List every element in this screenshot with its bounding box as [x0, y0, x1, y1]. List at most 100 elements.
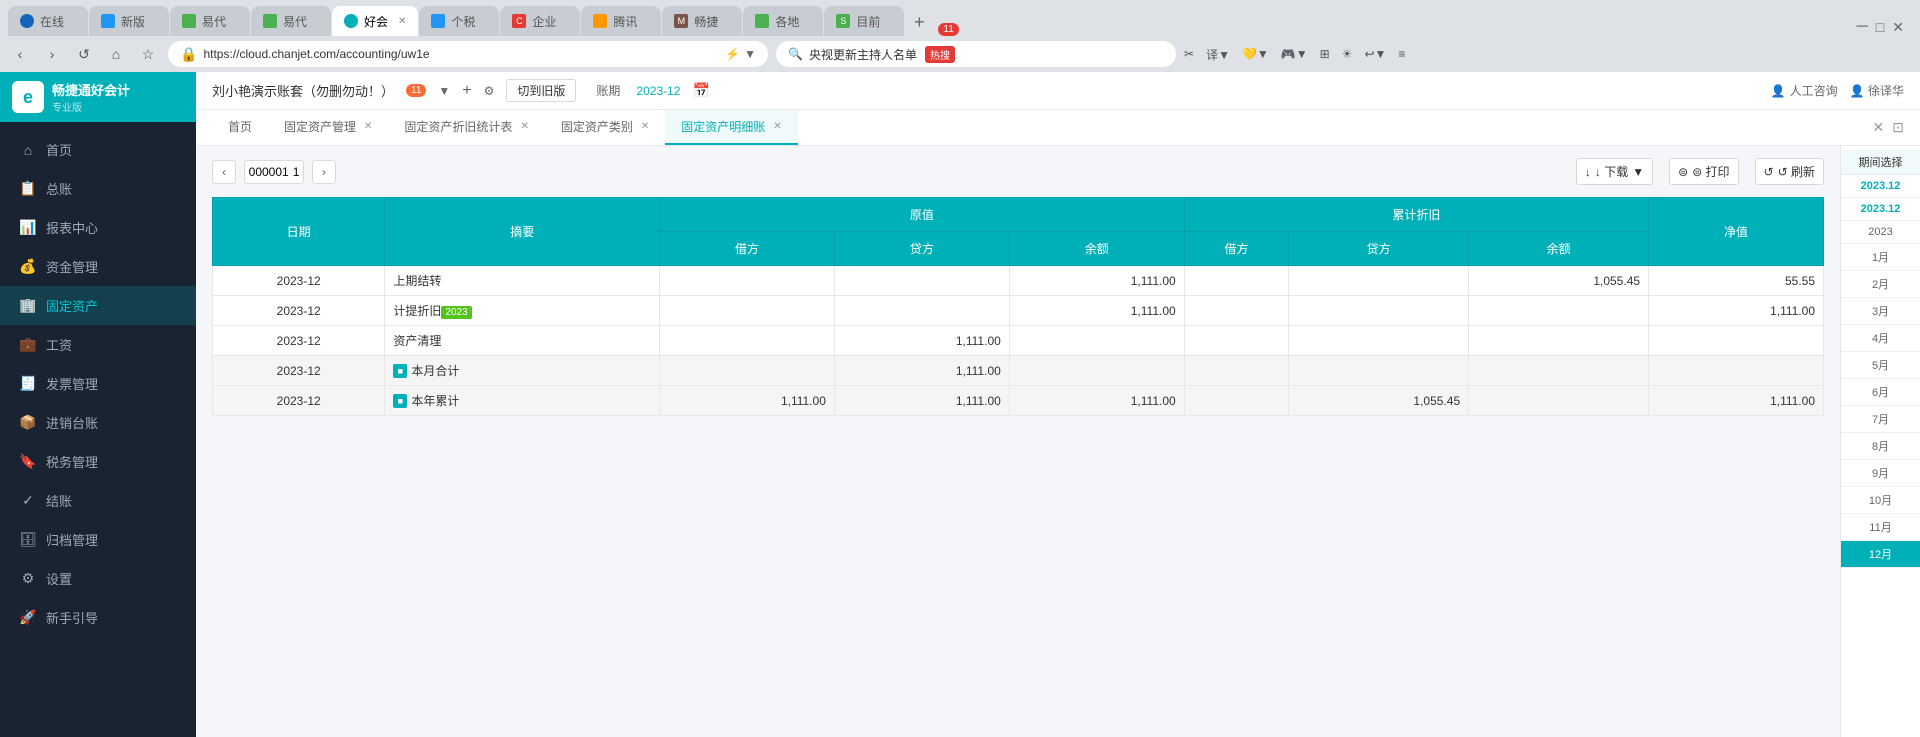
period-month-3[interactable]: 3月	[1841, 298, 1920, 325]
browser-tab-5[interactable]: 好会 ✕	[332, 6, 418, 36]
cell-acc-debit	[1184, 266, 1289, 296]
refresh-btn[interactable]: ↺	[72, 42, 96, 66]
tab-asset-category[interactable]: 固定资产类别 ✕	[545, 110, 665, 145]
sidebar-item-guide[interactable]: 🚀 新手引导	[0, 598, 196, 637]
switch-version-btn[interactable]: 切到旧版	[506, 79, 576, 102]
sidebar-item-funds[interactable]: 💰 资金管理	[0, 247, 196, 286]
expand-icon[interactable]: ⊡	[1892, 119, 1904, 136]
maximize-btn[interactable]: □	[1876, 19, 1884, 35]
refresh-btn-action[interactable]: ↺ ↺ 刷新	[1755, 158, 1824, 185]
period-month-1[interactable]: 1月	[1841, 244, 1920, 271]
home-nav-btn[interactable]: ⌂	[104, 42, 128, 66]
period-month-12[interactable]: 12月	[1841, 541, 1920, 568]
sidebar-item-closing[interactable]: ✓ 结账	[0, 481, 196, 520]
sidebar-item-inventory[interactable]: 📦 进销台账	[0, 403, 196, 442]
browser-tab-4[interactable]: 易代	[251, 6, 331, 36]
table-row[interactable]: 2023-12 ■本月合计 1,111.00	[213, 356, 1824, 386]
tab-fixed-asset-mgmt[interactable]: 固定资产管理 ✕	[268, 110, 388, 145]
download-btn[interactable]: ↓ ↓ 下载 ▼	[1576, 158, 1653, 185]
calendar-icon[interactable]: 📅	[692, 82, 709, 99]
add-account-btn[interactable]: +	[462, 82, 471, 100]
tab-asset-detail-close[interactable]: ✕	[773, 121, 781, 132]
period-month-2[interactable]: 2月	[1841, 271, 1920, 298]
back-btn[interactable]: ‹	[8, 42, 32, 66]
period-month-6[interactable]: 6月	[1841, 379, 1920, 406]
browser-tab-7[interactable]: C 企业	[500, 6, 580, 36]
period-month-10[interactable]: 10月	[1841, 487, 1920, 514]
browser-tab-1[interactable]: 在线	[8, 6, 88, 36]
cell-acc-credit	[1289, 356, 1469, 386]
tab-asset-detail-label: 固定资产明细账	[681, 118, 765, 135]
period-selected-year[interactable]: 2023.12	[1841, 175, 1920, 198]
period-month-9[interactable]: 9月	[1841, 460, 1920, 487]
forward-btn[interactable]: ›	[40, 42, 64, 66]
table-row[interactable]: 2023-12 上期结转 1,111.00 1,055.45 55.55	[213, 266, 1824, 296]
sidebar-item-payroll[interactable]: 💼 工资	[0, 325, 196, 364]
grid-btn[interactable]: ⊞	[1320, 47, 1330, 61]
tab-asset-detail[interactable]: 固定资产明细账 ✕	[665, 110, 797, 145]
sidebar-item-ledger[interactable]: 📋 总账	[0, 169, 196, 208]
browser-tab-6[interactable]: 个税	[419, 6, 499, 36]
period-month-8[interactable]: 8月	[1841, 433, 1920, 460]
browser-tab-2[interactable]: 新版	[89, 6, 169, 36]
new-tab-button[interactable]: +	[905, 8, 933, 36]
account-settings-btn[interactable]: ⚙	[484, 84, 495, 98]
wallet-btn[interactable]: 💛▼	[1242, 47, 1269, 61]
close-window-btn[interactable]: ✕	[1892, 19, 1904, 36]
user-menu-btn[interactable]: 👤 徐译华	[1850, 82, 1904, 99]
sidebar-item-reports[interactable]: 📊 报表中心	[0, 208, 196, 247]
cell-net-value	[1649, 326, 1824, 356]
sidebar-nav: ⌂ 首页 📋 总账 📊 报表中心 💰 资金管理 🏢 固定资产 💼 工资	[0, 122, 196, 737]
minimize-btn[interactable]: ─	[1856, 18, 1867, 36]
browser-tab-8[interactable]: 腾讯	[581, 6, 661, 36]
sidebar-item-tax[interactable]: 🔖 税务管理	[0, 442, 196, 481]
notification-badge[interactable]: 11	[938, 23, 958, 36]
address-bar-input[interactable]: 🔒 https://cloud.chanjet.com/accounting/u…	[168, 41, 768, 67]
support-btn[interactable]: 👤 人工咨询	[1771, 82, 1838, 99]
bookmark-btn[interactable]: ☆	[136, 42, 160, 66]
table-row[interactable]: 2023-12 计提折旧2023 1,111.00 1,111.00	[213, 296, 1824, 326]
tab-depreciation-stat[interactable]: 固定资产折旧统计表 ✕	[388, 110, 544, 145]
sidebar-label-tax: 税务管理	[46, 452, 98, 471]
page-next-btn[interactable]: ›	[312, 160, 336, 184]
tab-asset-category-close[interactable]: ✕	[641, 121, 649, 132]
browser-tab-10[interactable]: 各地	[743, 6, 823, 36]
period-month-11[interactable]: 11月	[1841, 514, 1920, 541]
more-btn[interactable]: ≡	[1398, 47, 1405, 61]
sidebar-item-home[interactable]: ⌂ 首页	[0, 130, 196, 169]
period-month-5[interactable]: 5月	[1841, 352, 1920, 379]
sidebar-item-settings[interactable]: ⚙ 设置	[0, 559, 196, 598]
cell-acc-balance	[1469, 296, 1649, 326]
browser-tab-11[interactable]: S 目前	[824, 6, 904, 36]
period-current-year[interactable]: 2023.12	[1841, 198, 1920, 221]
sidebar-item-invoice[interactable]: 🧾 发票管理	[0, 364, 196, 403]
tab-home[interactable]: 首页	[212, 110, 268, 145]
print-btn[interactable]: ⊜ ⊜ 打印	[1669, 158, 1738, 185]
table-row[interactable]: 2023-12 ■本年累计 1,111.00 1,111.00 1,111.00…	[213, 386, 1824, 416]
summary-icon: ■	[393, 394, 407, 408]
search-bar[interactable]: 🔍 央视更新主持人名单 热搜	[776, 41, 1176, 67]
page-input[interactable]: 000001 1	[244, 160, 304, 184]
page-prev-btn[interactable]: ‹	[212, 160, 236, 184]
close-all-icon[interactable]: ✕	[1873, 119, 1885, 136]
tab-close-5[interactable]: ✕	[398, 16, 406, 27]
translate-icon[interactable]: ⚡	[725, 47, 740, 61]
game-btn[interactable]: 🎮▼	[1281, 47, 1308, 61]
tab-fixed-asset-mgmt-close[interactable]: ✕	[364, 121, 372, 132]
brightness-btn[interactable]: ☀	[1342, 47, 1353, 61]
undo-btn[interactable]: ↩▼	[1364, 47, 1386, 61]
tab-depreciation-stat-close[interactable]: ✕	[520, 121, 528, 132]
sidebar-item-fixed-assets[interactable]: 🏢 固定资产	[0, 286, 196, 325]
translate-btn[interactable]: 译▼	[1206, 46, 1230, 63]
browser-tab-9[interactable]: M 畅捷	[662, 6, 742, 36]
period-year-2023[interactable]: 2023	[1841, 221, 1920, 244]
period-month-4[interactable]: 4月	[1841, 325, 1920, 352]
browser-tab-3[interactable]: 易代	[170, 6, 250, 36]
cell-summary: 资产清理	[385, 326, 660, 356]
account-dropdown-icon[interactable]: ▼	[438, 84, 450, 98]
period-month-7[interactable]: 7月	[1841, 406, 1920, 433]
scissors-btn[interactable]: ✂	[1184, 47, 1194, 61]
dropdown-icon[interactable]: ▼	[744, 47, 756, 61]
table-row[interactable]: 2023-12 资产清理 1,111.00	[213, 326, 1824, 356]
sidebar-item-archive[interactable]: 🗄 归档管理	[0, 520, 196, 559]
